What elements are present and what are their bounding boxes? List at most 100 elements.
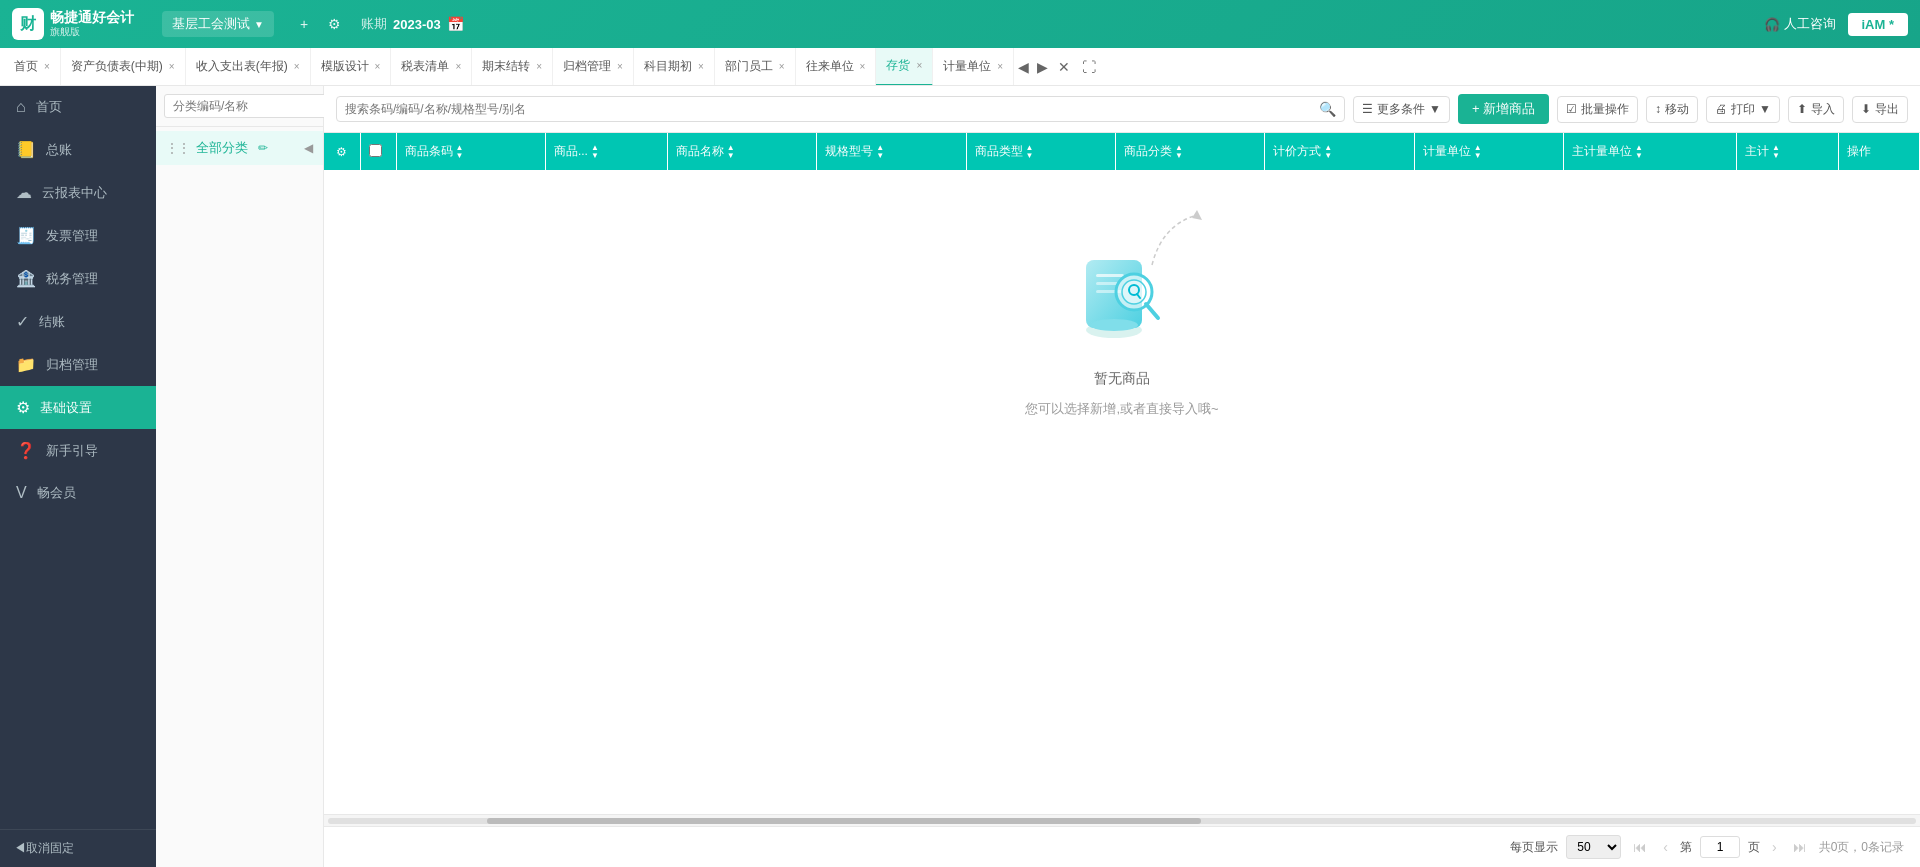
sidebar-guide-label: 新手引导	[46, 442, 98, 460]
sidebar-item-tax[interactable]: 🏦 税务管理	[0, 257, 156, 300]
cloud-icon: ☁	[16, 183, 32, 202]
page-label: 第	[1680, 839, 1692, 856]
tab-balance-sheet[interactable]: 资产负债表(中期) ×	[61, 48, 186, 86]
unit-sort-icon: ▲▼	[1474, 144, 1482, 160]
import-button[interactable]: ⬆ 导入	[1788, 96, 1844, 123]
tab-template-close[interactable]: ×	[375, 61, 381, 72]
tab-period-transfer[interactable]: 期末结转 ×	[472, 48, 553, 86]
page-total: 共0页，0条记录	[1819, 839, 1904, 856]
tab-income[interactable]: 收入支出表(年报) ×	[186, 48, 311, 86]
product-search-input[interactable]	[345, 102, 1315, 116]
import-label: 导入	[1811, 101, 1835, 118]
tab-tax-list[interactable]: 税表清单 ×	[391, 48, 472, 86]
headset-icon: 🎧	[1764, 17, 1780, 32]
tab-prev-button[interactable]: ◀	[1014, 57, 1033, 77]
batch-button[interactable]: ☑ 批量操作	[1557, 96, 1638, 123]
tab-income-label: 收入支出表(年报)	[196, 58, 288, 75]
add-tab-button[interactable]: +	[294, 12, 314, 36]
main-layout: ⌂ 首页 📒 总账 ☁ 云报表中心 🧾 发票管理 🏦 税务管理 ✓ 结账 📁 归…	[0, 86, 1920, 867]
move-button[interactable]: ↕ 移动	[1646, 96, 1698, 123]
tab-archive-close[interactable]: ×	[617, 61, 623, 72]
sidebar-settings-label: 基础设置	[40, 399, 92, 417]
batch-icon: ☑	[1566, 102, 1577, 116]
top-header: 财 畅捷通好会计 旗舰版 基层工会测试 ▼ + ⚙ 账期 2023-03 📅 🎧…	[0, 0, 1920, 48]
tab-balance-label: 资产负债表(中期)	[71, 58, 163, 75]
move-label: 移动	[1665, 101, 1689, 118]
invoice-icon: 🧾	[16, 226, 36, 245]
tab-expand-button[interactable]: ⛶	[1076, 57, 1102, 77]
sidebar-item-settings[interactable]: ⚙ 基础设置	[0, 386, 156, 429]
company-name: 基层工会测试	[172, 15, 250, 33]
account-button[interactable]: iAM *	[1848, 13, 1909, 36]
empty-subtitle: 您可以选择新增,或者直接导入哦~	[1025, 400, 1218, 418]
consultation-button[interactable]: 🎧 人工咨询	[1764, 15, 1836, 33]
sidebar-item-ledger[interactable]: 📒 总账	[0, 128, 156, 171]
tab-period-close[interactable]: ×	[536, 61, 542, 72]
sidebar-settle-label: 结账	[39, 313, 65, 331]
tab-archive[interactable]: 归档管理 ×	[553, 48, 634, 86]
tab-unit-close[interactable]: ×	[997, 61, 1003, 72]
tab-next-button[interactable]: ▶	[1033, 57, 1052, 77]
select-all-checkbox[interactable]	[369, 144, 382, 157]
tab-balance-close[interactable]: ×	[169, 61, 175, 72]
tab-dept[interactable]: 部门员工 ×	[715, 48, 796, 86]
sidebar-item-archive[interactable]: 📁 归档管理	[0, 343, 156, 386]
scroll-thumb[interactable]	[487, 818, 1202, 824]
main2-sort-icon: ▲▼	[1772, 144, 1780, 160]
settings-button[interactable]: ⚙	[322, 12, 347, 36]
horizontal-scrollbar[interactable]	[324, 814, 1920, 826]
sidebar-item-settle[interactable]: ✓ 结账	[0, 300, 156, 343]
tab-customer-close[interactable]: ×	[860, 61, 866, 72]
svg-rect-4	[1096, 274, 1124, 277]
sidebar-item-invoice[interactable]: 🧾 发票管理	[0, 214, 156, 257]
sidebar-pin-toggle[interactable]: ◀取消固定	[0, 829, 156, 867]
page-size-select[interactable]: 20 50 100	[1566, 835, 1621, 859]
print-button[interactable]: 🖨 打印 ▼	[1706, 96, 1780, 123]
col-checkbox[interactable]	[360, 133, 396, 170]
tab-subject[interactable]: 科目期初 ×	[634, 48, 715, 86]
sidebar-item-guide[interactable]: ❓ 新手引导	[0, 429, 156, 472]
category-all-item[interactable]: ⋮⋮ 全部分类 ✏ ◀	[156, 131, 323, 165]
page-input[interactable]	[1700, 836, 1740, 858]
tab-unit[interactable]: 计量单位 ×	[933, 48, 1014, 86]
sidebar-item-reports[interactable]: ☁ 云报表中心	[0, 171, 156, 214]
calendar-icon[interactable]: 📅	[447, 16, 464, 32]
company-selector[interactable]: 基层工会测试 ▼	[162, 11, 274, 37]
tab-subject-close[interactable]: ×	[698, 61, 704, 72]
first-page-button[interactable]: ⏮	[1629, 837, 1651, 857]
tab-inventory-close[interactable]: ×	[916, 60, 922, 71]
category-edit-icon[interactable]: ✏	[258, 141, 268, 155]
tab-dept-close[interactable]: ×	[779, 61, 785, 72]
col-settings[interactable]: ⚙	[324, 133, 360, 170]
tab-close-all-button[interactable]: ✕	[1052, 57, 1076, 77]
more-conditions-button[interactable]: ☰ 更多条件 ▼	[1353, 96, 1450, 123]
add-product-button[interactable]: + 新增商品	[1458, 94, 1549, 124]
search-bar-icon: 🔍	[1319, 101, 1336, 117]
prev-page-button[interactable]: ‹	[1659, 837, 1672, 857]
print-icon: 🖨	[1715, 102, 1727, 116]
next-page-button[interactable]: ›	[1768, 837, 1781, 857]
category-collapse-button[interactable]: ◀	[304, 141, 313, 155]
header-right: 🎧 人工咨询 iAM *	[1764, 13, 1909, 36]
export-label: 导出	[1875, 101, 1899, 118]
sidebar-invoice-label: 发票管理	[46, 227, 98, 245]
header-actions: + ⚙	[294, 12, 347, 36]
last-page-button[interactable]: ⏭	[1789, 837, 1811, 857]
tab-income-close[interactable]: ×	[294, 61, 300, 72]
tab-home[interactable]: 首页 ×	[4, 48, 61, 86]
tab-home-close[interactable]: ×	[44, 61, 50, 72]
settle-icon: ✓	[16, 312, 29, 331]
column-settings-icon[interactable]: ⚙	[336, 145, 347, 159]
tab-template[interactable]: 模版设计 ×	[311, 48, 392, 86]
sidebar-item-member[interactable]: V 畅会员	[0, 472, 156, 514]
tab-customer[interactable]: 往来单位 ×	[796, 48, 877, 86]
export-button[interactable]: ⬇ 导出	[1852, 96, 1908, 123]
category-list: ⋮⋮ 全部分类 ✏ ◀	[156, 127, 323, 867]
tab-tax-close[interactable]: ×	[455, 61, 461, 72]
svg-point-3	[1090, 319, 1138, 331]
sidebar-item-home[interactable]: ⌂ 首页	[0, 86, 156, 128]
page-unit: 页	[1748, 839, 1760, 856]
col-actions: 操作	[1839, 133, 1920, 170]
tab-inventory[interactable]: 存货 ×	[876, 48, 933, 86]
category-search-input[interactable]	[164, 94, 332, 118]
